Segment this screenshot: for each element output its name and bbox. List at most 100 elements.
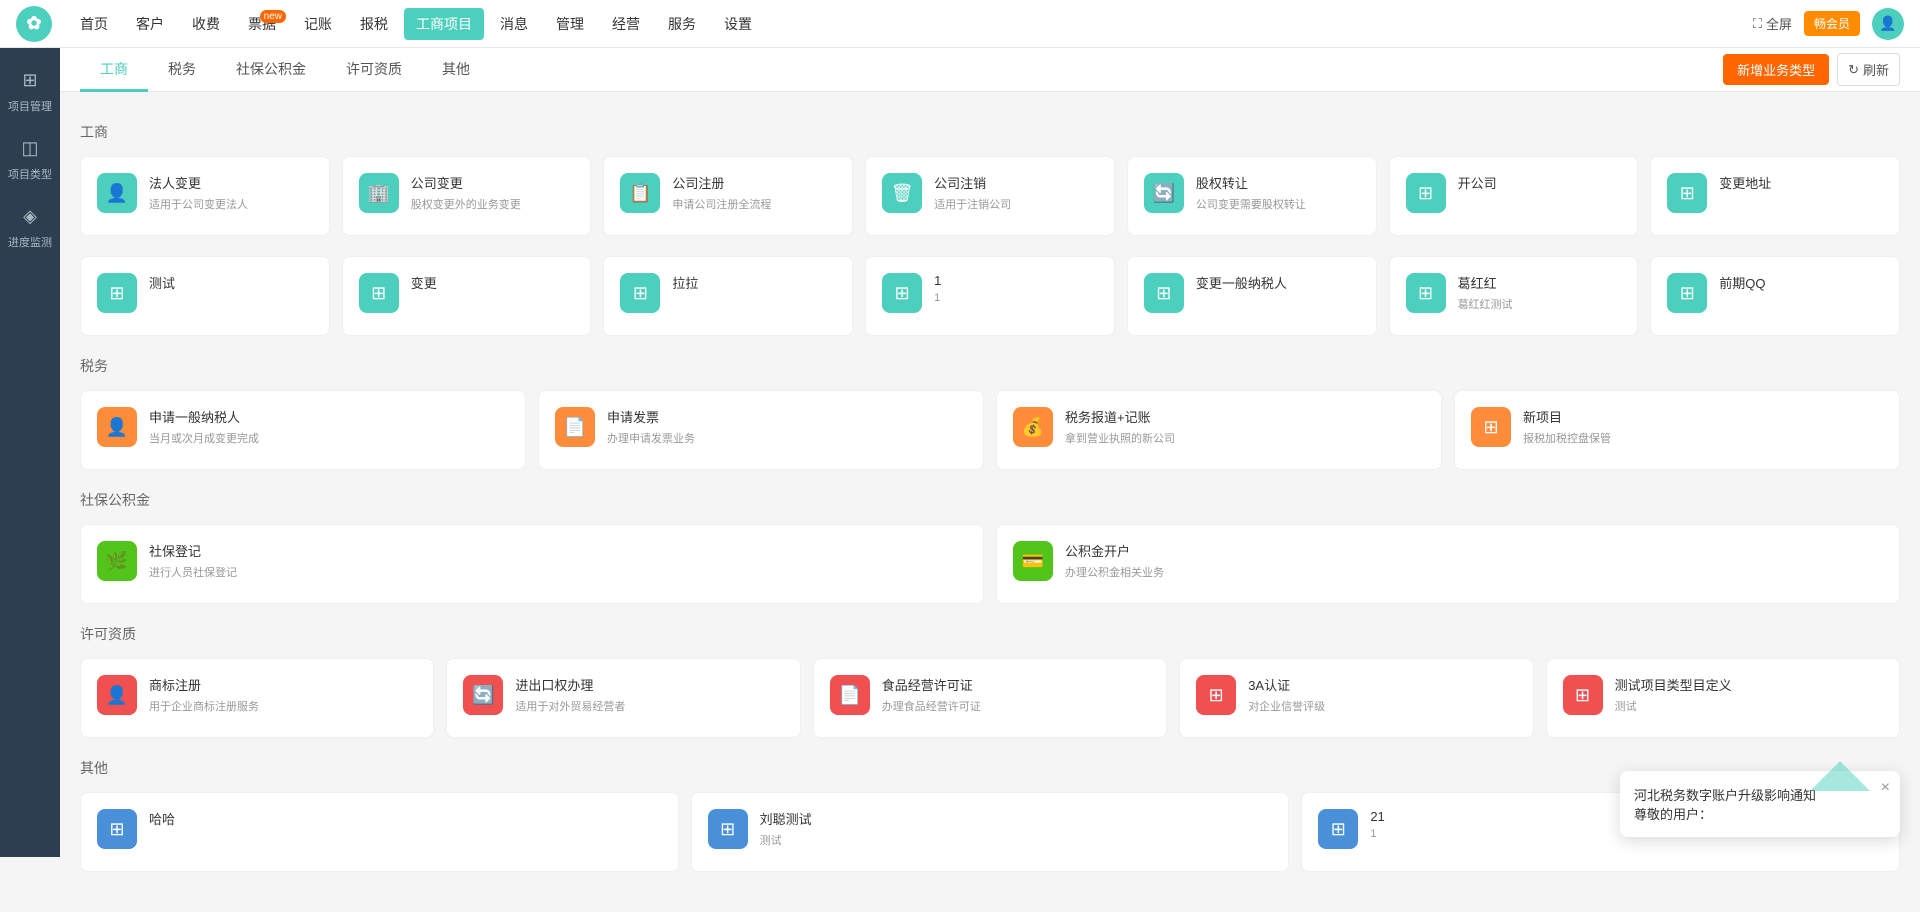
logo: ✿ — [16, 6, 52, 42]
card-name-open-company: 开公司 — [1458, 173, 1622, 192]
sidebar-item-project-type[interactable]: ◫ 项目类型 — [0, 124, 60, 192]
fullscreen-btn[interactable]: ⛶ 全屏 — [1753, 14, 1792, 33]
nav-item-client[interactable]: 客户 — [124, 8, 176, 40]
card-mohonghong[interactable]: ⊞ 葛红红 葛红红测试 — [1389, 256, 1639, 336]
card-name-legal-change: 法人变更 — [149, 173, 313, 192]
nav-item-ticket[interactable]: 票据new — [236, 8, 288, 40]
notif-triangle — [1810, 761, 1870, 791]
card-icon-open-company: ⊞ — [1406, 173, 1446, 213]
nav-item-tax[interactable]: 报税 — [348, 8, 400, 40]
card-new-project[interactable]: ⊞ 新项目 报税加税控盘保管 — [1454, 390, 1900, 470]
card-name-apply-taxpayer: 申请一般纳税人 — [149, 407, 509, 426]
card-apply-invoice[interactable]: 📄 申请发票 办理申请发票业务 — [538, 390, 984, 470]
refresh-label: 刷新 — [1863, 60, 1889, 79]
card-icon-front-qq: ⊞ — [1667, 273, 1707, 313]
card-legal-change[interactable]: 👤 法人变更 适用于公司变更法人 — [80, 156, 330, 236]
card-icon-twenty-one: ⊞ — [1318, 809, 1358, 849]
nav-item-msg[interactable]: 消息 — [488, 8, 540, 40]
card-test-type[interactable]: ⊞ 测试项目类型目定义 测试 — [1546, 658, 1900, 738]
card-name-one: 1 — [934, 273, 1098, 288]
card-info-cert-3a: 3A认证 对企业信誉评级 — [1248, 675, 1516, 714]
add-business-type-button[interactable]: 新增业务类型 — [1723, 54, 1829, 85]
card-icon-company-register: 📋 — [620, 173, 660, 213]
card-info-apply-invoice: 申请发票 办理申请发票业务 — [607, 407, 967, 446]
card-info-import-export: 进出口权办理 适用于对外贸易经营者 — [515, 675, 783, 714]
sidebar-item-project-manage[interactable]: ⊞ 项目管理 — [0, 56, 60, 124]
card-info-front-qq: 前期QQ — [1719, 273, 1883, 296]
card-change-address[interactable]: ⊞ 变更地址 — [1650, 156, 1900, 236]
card-food-permit[interactable]: 📄 食品经营许可证 办理食品经营许可证 — [813, 658, 1167, 738]
sidebar-label-project-type: 项目类型 — [8, 166, 52, 182]
card-change-taxpayer[interactable]: ⊞ 变更一般纳税人 — [1127, 256, 1377, 336]
card-name-mohonghong: 葛红红 — [1458, 273, 1622, 292]
tab-gongshang[interactable]: 工商 — [80, 49, 148, 92]
nav-item-project[interactable]: 工商项目 — [404, 8, 484, 40]
card-apply-taxpayer[interactable]: 👤 申请一般纳税人 当月或次月成变更完成 — [80, 390, 526, 470]
gongshang-cards-row1: 👤 法人变更 适用于公司变更法人 🏢 公司变更 股权变更外的业务变更 📋 公司注… — [80, 156, 1900, 236]
card-open-company[interactable]: ⊞ 开公司 — [1389, 156, 1639, 236]
card-info-fund-open: 公积金开户 办理公积金相关业务 — [1065, 541, 1883, 580]
card-info-apply-taxpayer: 申请一般纳税人 当月或次月成变更完成 — [149, 407, 509, 446]
sidebar-icon-project-type: ◫ — [16, 134, 44, 162]
nav-item-fee[interactable]: 收费 — [180, 8, 232, 40]
card-change[interactable]: ⊞ 变更 — [342, 256, 592, 336]
card-icon-test: ⊞ — [97, 273, 137, 313]
nav-item-account[interactable]: 记账 — [292, 8, 344, 40]
nav-right: ⛶ 全屏 畅会员 👤 — [1753, 8, 1904, 40]
social-section-title: 社保公积金 — [80, 490, 1900, 510]
notif-close-button[interactable]: × — [1881, 779, 1890, 797]
card-icon-social-register: 🌿 — [97, 541, 137, 581]
card-company-register[interactable]: 📋 公司注册 申请公司注册全流程 — [603, 156, 853, 236]
vip-button[interactable]: 畅会员 — [1804, 11, 1860, 36]
nav-item-manage[interactable]: 管理 — [544, 8, 596, 40]
tab-actions: 新增业务类型 ↻ 刷新 — [1723, 53, 1900, 86]
avatar[interactable]: 👤 — [1872, 8, 1904, 40]
sidebar: ⊞ 项目管理 ◫ 项目类型 ◈ 进度监测 — [0, 48, 60, 857]
card-front-qq[interactable]: ⊞ 前期QQ — [1650, 256, 1900, 336]
card-name-import-export: 进出口权办理 — [515, 675, 783, 694]
card-test[interactable]: ⊞ 测试 — [80, 256, 330, 336]
card-info-change-address: 变更地址 — [1719, 173, 1883, 196]
tab-shuiwu[interactable]: 税务 — [148, 49, 216, 92]
nav-item-home[interactable]: 首页 — [68, 8, 120, 40]
card-info-equity-transfer: 股权转让 公司变更需要股权转让 — [1196, 173, 1360, 212]
card-social-register[interactable]: 🌿 社保登记 进行人员社保登记 — [80, 524, 984, 604]
card-name-test-type: 测试项目类型目定义 — [1615, 675, 1883, 694]
card-equity-transfer[interactable]: 🔄 股权转让 公司变更需要股权转让 — [1127, 156, 1377, 236]
card-cert-3a[interactable]: ⊞ 3A认证 对企业信誉评级 — [1179, 658, 1533, 738]
card-trademark[interactable]: 👤 商标注册 用于企业商标注册服务 — [80, 658, 434, 738]
card-haha[interactable]: ⊞ 哈哈 — [80, 792, 679, 872]
nav-item-setting[interactable]: 设置 — [712, 8, 764, 40]
card-name-new-project: 新项目 — [1523, 407, 1883, 426]
card-desc-new-project: 报税加税控盘保管 — [1523, 430, 1883, 446]
sidebar-item-progress-monitor[interactable]: ◈ 进度监测 — [0, 192, 60, 260]
tax-section-title: 税务 — [80, 356, 1900, 376]
card-lala[interactable]: ⊞ 拉拉 — [603, 256, 853, 336]
card-liu-test[interactable]: ⊞ 刘聪测试 测试 — [691, 792, 1290, 872]
card-tax-plus-account[interactable]: 💰 税务报道+记账 拿到营业执照的新公司 — [996, 390, 1442, 470]
card-company-change[interactable]: 🏢 公司变更 股权变更外的业务变更 — [342, 156, 592, 236]
card-name-equity-transfer: 股权转让 — [1196, 173, 1360, 192]
tab-xuke[interactable]: 许可资质 — [326, 49, 422, 92]
refresh-button[interactable]: ↻ 刷新 — [1837, 53, 1900, 86]
card-info-company-cancel: 公司注销 适用于注销公司 — [934, 173, 1098, 212]
card-info-legal-change: 法人变更 适用于公司变更法人 — [149, 173, 313, 212]
card-icon-test-type: ⊞ — [1563, 675, 1603, 715]
tab-other[interactable]: 其他 — [422, 49, 490, 92]
card-one[interactable]: ⊞ 1 1 — [865, 256, 1115, 336]
card-icon-equity-transfer: 🔄 — [1144, 173, 1184, 213]
card-icon-change-address: ⊞ — [1667, 173, 1707, 213]
card-icon-change: ⊞ — [359, 273, 399, 313]
card-name-social-register: 社保登记 — [149, 541, 967, 560]
card-desc-import-export: 适用于对外贸易经营者 — [515, 698, 783, 714]
card-icon-company-cancel: 🗑 — [882, 173, 922, 213]
tab-shebao[interactable]: 社保公积金 — [216, 49, 326, 92]
nav-item-operate[interactable]: 经营 — [600, 8, 652, 40]
refresh-icon: ↻ — [1848, 62, 1859, 78]
card-import-export[interactable]: 🔄 进出口权办理 适用于对外贸易经营者 — [446, 658, 800, 738]
card-fund-open[interactable]: 💳 公积金开户 办理公积金相关业务 — [996, 524, 1900, 604]
card-name-haha: 哈哈 — [149, 809, 662, 828]
nav-item-service[interactable]: 服务 — [656, 8, 708, 40]
card-company-cancel[interactable]: 🗑 公司注销 适用于注销公司 — [865, 156, 1115, 236]
card-desc-company-register: 申请公司注册全流程 — [672, 196, 836, 212]
